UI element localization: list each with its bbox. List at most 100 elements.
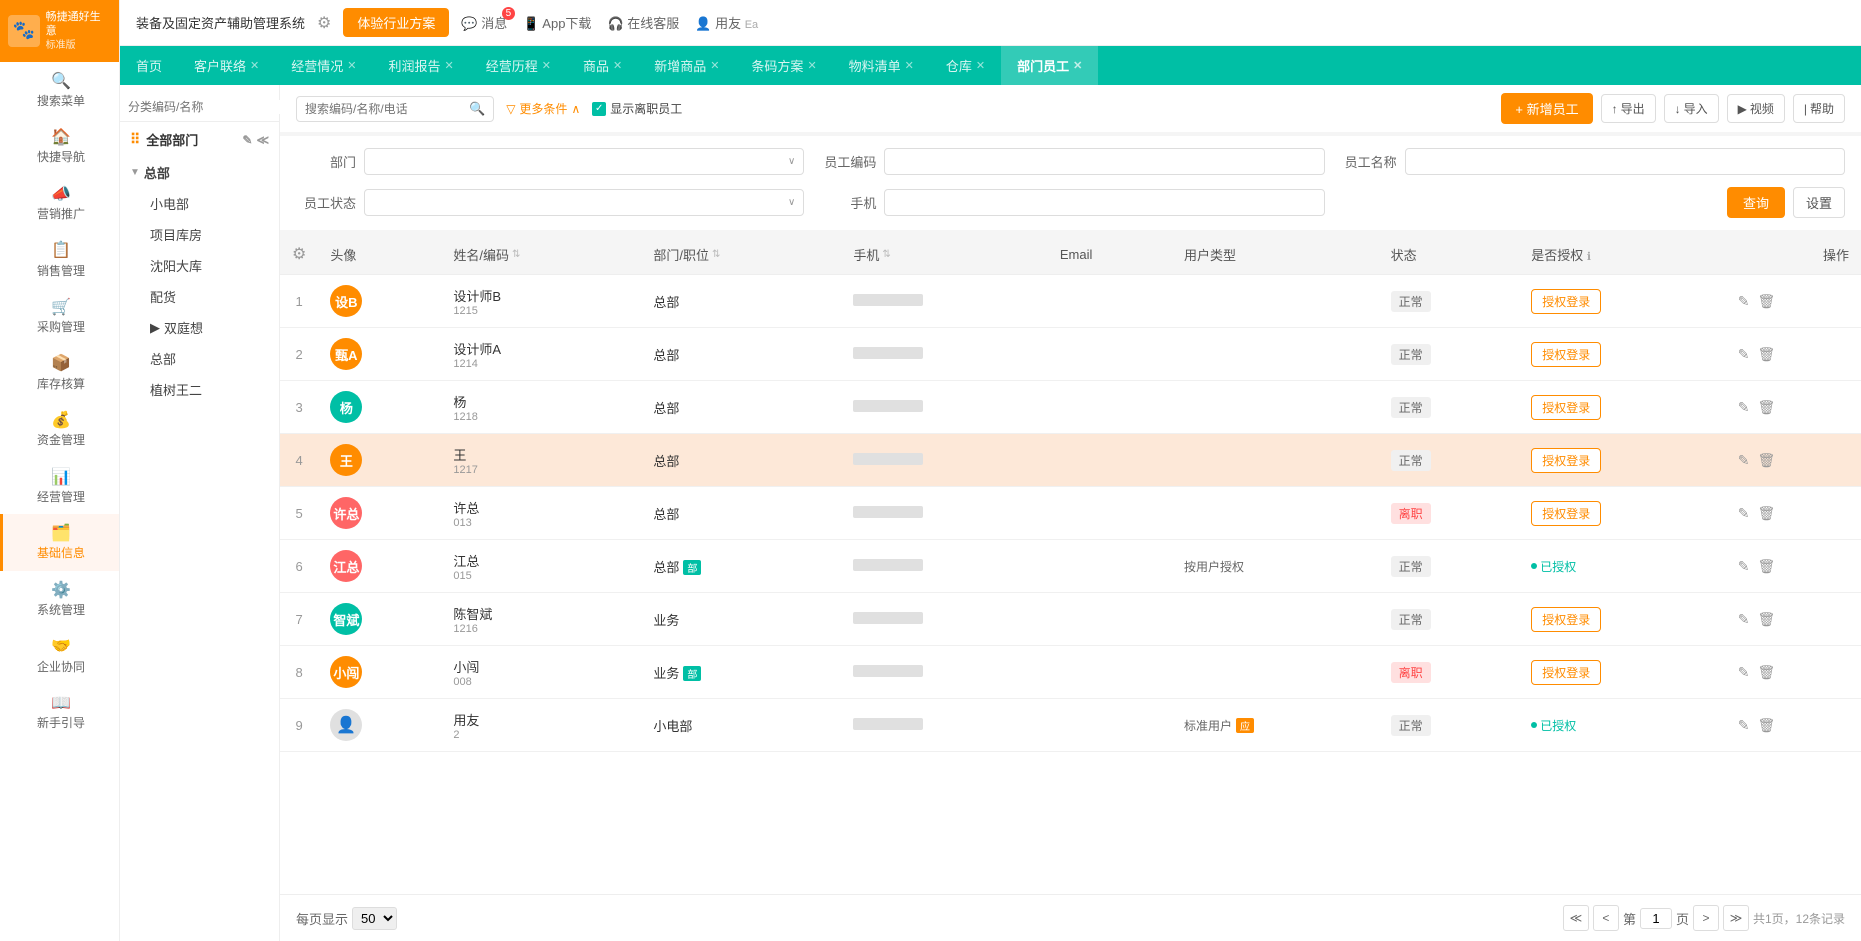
sidebar-item-nav[interactable]: 🏠 快捷导航 <box>0 118 119 175</box>
sidebar-item-marketing[interactable]: 📣 营销推广 <box>0 175 119 232</box>
auth-btn[interactable]: 授权登录 <box>1531 607 1601 632</box>
sidebar-search[interactable]: 🔍 搜索菜单 <box>0 62 119 119</box>
page-number-input[interactable] <box>1640 908 1672 929</box>
empcode-input[interactable] <box>893 154 1315 169</box>
edit-icon[interactable]: ✎ <box>1738 346 1750 363</box>
search-icon[interactable]: 🔍 <box>469 101 485 117</box>
delete-icon[interactable]: 🗑 <box>1758 611 1776 628</box>
auth-btn[interactable]: 授权登录 <box>1531 501 1601 526</box>
edit-icon[interactable]: ✎ <box>1738 558 1750 575</box>
trial-btn[interactable]: 体验行业方案 <box>343 8 449 37</box>
close-tab-warehouse[interactable]: ✕ <box>976 59 985 72</box>
tree-item-zongbu-parent[interactable]: ▼ 总部 <box>120 157 279 188</box>
empname-input-wrap[interactable] <box>1405 148 1845 175</box>
edit-icon[interactable]: ✎ <box>1738 611 1750 628</box>
next-page-btn[interactable]: > <box>1693 905 1719 931</box>
sidebar-item-finance[interactable]: 💰 资金管理 <box>0 401 119 458</box>
auth-btn[interactable]: 授权登录 <box>1531 395 1601 420</box>
close-tab-dept[interactable]: ✕ <box>1073 59 1082 72</box>
tree-item-zongbu-sub[interactable]: 总部 <box>120 343 279 374</box>
close-tab-barcode[interactable]: ✕ <box>807 59 816 72</box>
phone-input-wrap[interactable] <box>884 189 1324 216</box>
sidebar-item-operation[interactable]: 📊 经营管理 <box>0 458 119 515</box>
empname-input[interactable] <box>1414 154 1836 169</box>
tree-item-xiaodianbu[interactable]: 小电部 <box>120 188 279 219</box>
sidebar-item-inventory[interactable]: 📦 库存核算 <box>0 344 119 401</box>
export-btn[interactable]: ↑ 导出 <box>1601 94 1656 123</box>
edit-icon[interactable]: ✎ <box>1738 505 1750 522</box>
video-btn[interactable]: ▶ 视频 <box>1727 94 1785 123</box>
dept-input[interactable] <box>373 154 784 169</box>
sidebar-item-guide[interactable]: 📖 新手引导 <box>0 684 119 741</box>
tab-profit[interactable]: 利润报告 ✕ <box>372 46 469 85</box>
help-btn[interactable]: | 帮助 <box>1793 94 1845 123</box>
tree-item-shenyang[interactable]: 沈阳大库 <box>120 250 279 281</box>
tab-add-goods[interactable]: 新增商品 ✕ <box>638 46 735 85</box>
sidebar-item-collab[interactable]: 🤝 企业协同 <box>0 627 119 684</box>
delete-icon[interactable]: 🗑 <box>1758 558 1776 575</box>
delete-icon[interactable]: 🗑 <box>1758 664 1776 681</box>
tab-dept-employee[interactable]: 部门员工 ✕ <box>1001 46 1098 85</box>
tab-home[interactable]: 首页 <box>120 46 178 85</box>
tree-item-shuangtingxiang[interactable]: ▶ 双庭想 <box>120 312 279 343</box>
tree-search-input[interactable] <box>128 100 283 114</box>
sidebar-item-system[interactable]: ⚙️ 系统管理 <box>0 571 119 628</box>
close-tab-goods[interactable]: ✕ <box>613 59 622 72</box>
sidebar-item-basic[interactable]: 🗂️ 基础信息 <box>0 514 119 571</box>
edit-icon[interactable]: ✎ <box>1738 664 1750 681</box>
tab-customer[interactable]: 客户联络 ✕ <box>178 46 275 85</box>
close-tab-bom[interactable]: ✕ <box>905 59 914 72</box>
sidebar-item-sales[interactable]: 📋 销售管理 <box>0 231 119 288</box>
auth-btn[interactable]: 授权登录 <box>1531 342 1601 367</box>
edit-icon[interactable]: ✎ <box>1738 452 1750 469</box>
close-tab-profit[interactable]: ✕ <box>445 59 454 72</box>
online-service-btn[interactable]: 🎧 在线客服 <box>607 13 679 32</box>
message-btn[interactable]: 💬 5 消息 <box>461 13 507 32</box>
last-page-btn[interactable]: ≫ <box>1723 905 1749 931</box>
tree-item-zhishu[interactable]: 植树王二 <box>120 374 279 405</box>
first-page-btn[interactable]: ≪ <box>1563 905 1589 931</box>
gear-icon[interactable]: ⚙ <box>317 13 331 33</box>
show-resigned-toggle[interactable]: ✓ 显示离职员工 <box>592 100 682 117</box>
col-phone[interactable]: 手机 ⇅ <box>841 234 1048 275</box>
close-tab-history[interactable]: ✕ <box>542 59 551 72</box>
tree-item-peihuo[interactable]: 配货 <box>120 281 279 312</box>
phone-input[interactable] <box>893 195 1315 210</box>
sidebar-item-purchase[interactable]: 🛒 采购管理 <box>0 288 119 345</box>
set-btn[interactable]: 设置 <box>1793 187 1845 218</box>
auth-btn[interactable]: 授权登录 <box>1531 448 1601 473</box>
tree-edit-icon[interactable]: ✎ <box>242 133 252 147</box>
close-tab-customer[interactable]: ✕ <box>250 59 259 72</box>
empcode-input-wrap[interactable] <box>884 148 1324 175</box>
delete-icon[interactable]: 🗑 <box>1758 505 1776 522</box>
status-select[interactable]: ∨ <box>364 189 804 216</box>
prev-page-btn[interactable]: < <box>1593 905 1619 931</box>
more-conditions-btn[interactable]: ▽ 更多条件 ∧ <box>506 100 580 117</box>
import-btn[interactable]: ↓ 导入 <box>1664 94 1719 123</box>
add-employee-btn[interactable]: + 新增员工 <box>1501 93 1592 124</box>
tab-bom[interactable]: 物料清单 ✕ <box>833 46 930 85</box>
user-menu[interactable]: 👤 用友 Ea <box>695 13 758 32</box>
edit-icon[interactable]: ✎ <box>1738 399 1750 416</box>
tab-goods[interactable]: 商品 ✕ <box>567 46 638 85</box>
status-input[interactable] <box>373 195 784 210</box>
app-download-btn[interactable]: 📱 App下载 <box>523 13 591 32</box>
col-dept[interactable]: 部门/职位 ⇅ <box>641 234 841 275</box>
delete-icon[interactable]: 🗑 <box>1758 346 1776 363</box>
tree-collapse-icon[interactable]: ≪ <box>256 133 269 147</box>
delete-icon[interactable]: 🗑 <box>1758 293 1776 310</box>
col-settings-icon[interactable]: ⚙ <box>292 246 306 263</box>
tab-operation-status[interactable]: 经营情况 ✕ <box>275 46 372 85</box>
dept-select[interactable]: ∨ <box>364 148 804 175</box>
auth-btn[interactable]: 授权登录 <box>1531 660 1601 685</box>
tree-item-project[interactable]: 项目库房 <box>120 219 279 250</box>
col-name[interactable]: 姓名/编码 ⇅ <box>441 234 641 275</box>
edit-icon[interactable]: ✎ <box>1738 293 1750 310</box>
query-btn[interactable]: 查询 <box>1727 187 1785 218</box>
close-tab-op-status[interactable]: ✕ <box>347 59 356 72</box>
delete-icon[interactable]: 🗑 <box>1758 717 1776 734</box>
auth-btn[interactable]: 授权登录 <box>1531 289 1601 314</box>
page-size-select[interactable]: 50 <box>352 907 397 930</box>
close-tab-add-goods[interactable]: ✕ <box>710 59 719 72</box>
delete-icon[interactable]: 🗑 <box>1758 452 1776 469</box>
